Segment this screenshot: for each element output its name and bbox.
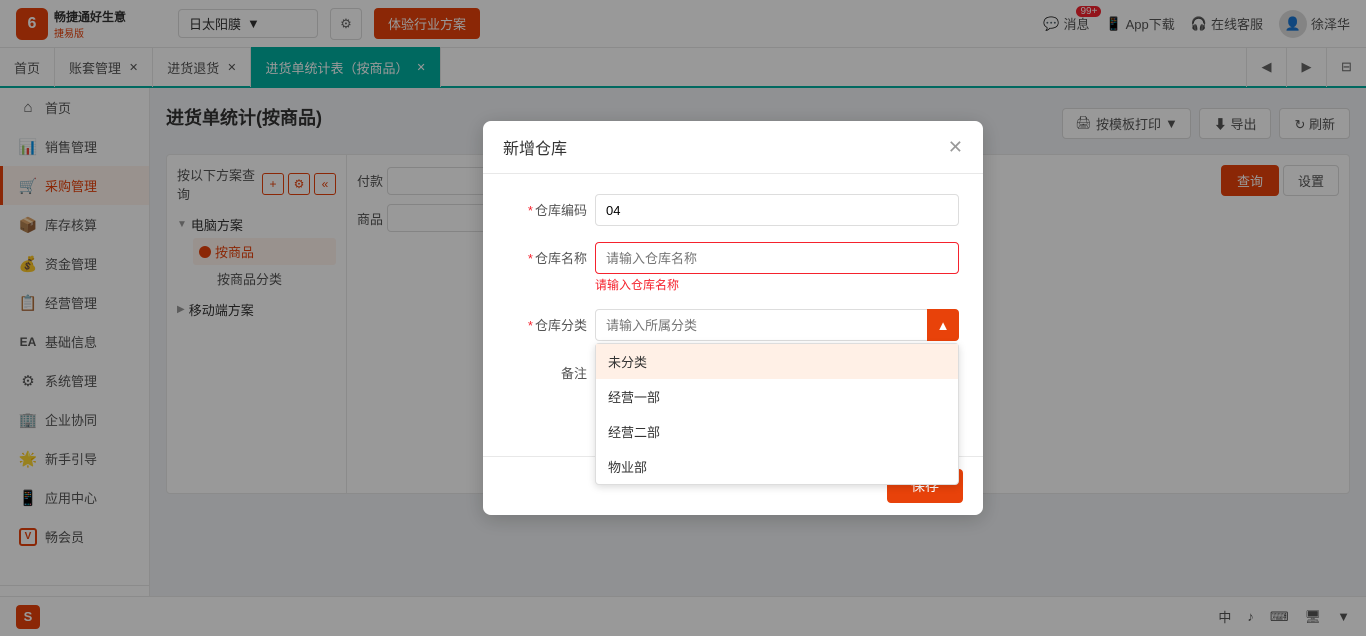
warehouse-code-label: *仓库编码 [507, 194, 587, 219]
warehouse-category-select-wrapper: ▲ 未分类 经营一部 经营二部 物业部 [595, 309, 959, 341]
warehouse-category-row: *仓库分类 ▲ 未分类 经营一部 经营二部 物业部 [507, 309, 959, 341]
warehouse-category-label: *仓库分类 [507, 309, 587, 334]
dialog-body: *仓库编码 *仓库名称 请输入仓库名称 *仓库分类 [483, 174, 983, 456]
warehouse-category-input[interactable] [595, 309, 959, 341]
warehouse-name-input[interactable] [595, 242, 959, 274]
dialog-close-button[interactable]: ✕ [948, 138, 963, 156]
warehouse-code-input[interactable] [595, 194, 959, 226]
dialog-header: 新增仓库 ✕ [483, 121, 983, 174]
warehouse-name-label: *仓库名称 [507, 242, 587, 267]
category-dropdown-list: 未分类 经营一部 经营二部 物业部 [595, 343, 959, 485]
dialog-title: 新增仓库 [503, 135, 567, 159]
category-chevron-up-icon: ▲ [937, 318, 950, 333]
category-select-arrow-btn[interactable]: ▲ [927, 309, 959, 341]
warehouse-note-label: 备注 [507, 357, 587, 382]
new-warehouse-dialog: 新增仓库 ✕ *仓库编码 *仓库名称 请输入仓库名称 *仓库分类 [483, 121, 983, 515]
category-option-dept1[interactable]: 经营一部 [596, 379, 958, 414]
warehouse-code-control [595, 194, 959, 226]
warehouse-name-control: 请输入仓库名称 [595, 242, 959, 293]
warehouse-category-control: ▲ 未分类 经营一部 经营二部 物业部 [595, 309, 959, 341]
category-option-unclassified[interactable]: 未分类 [596, 344, 958, 379]
required-star-name: * [528, 251, 533, 266]
warehouse-name-row: *仓库名称 请输入仓库名称 [507, 242, 959, 293]
warehouse-name-error: 请输入仓库名称 [595, 276, 959, 293]
warehouse-code-row: *仓库编码 [507, 194, 959, 226]
required-star-cat: * [528, 318, 533, 333]
category-option-property[interactable]: 物业部 [596, 449, 958, 484]
category-option-dept2[interactable]: 经营二部 [596, 414, 958, 449]
required-star-code: * [528, 203, 533, 218]
